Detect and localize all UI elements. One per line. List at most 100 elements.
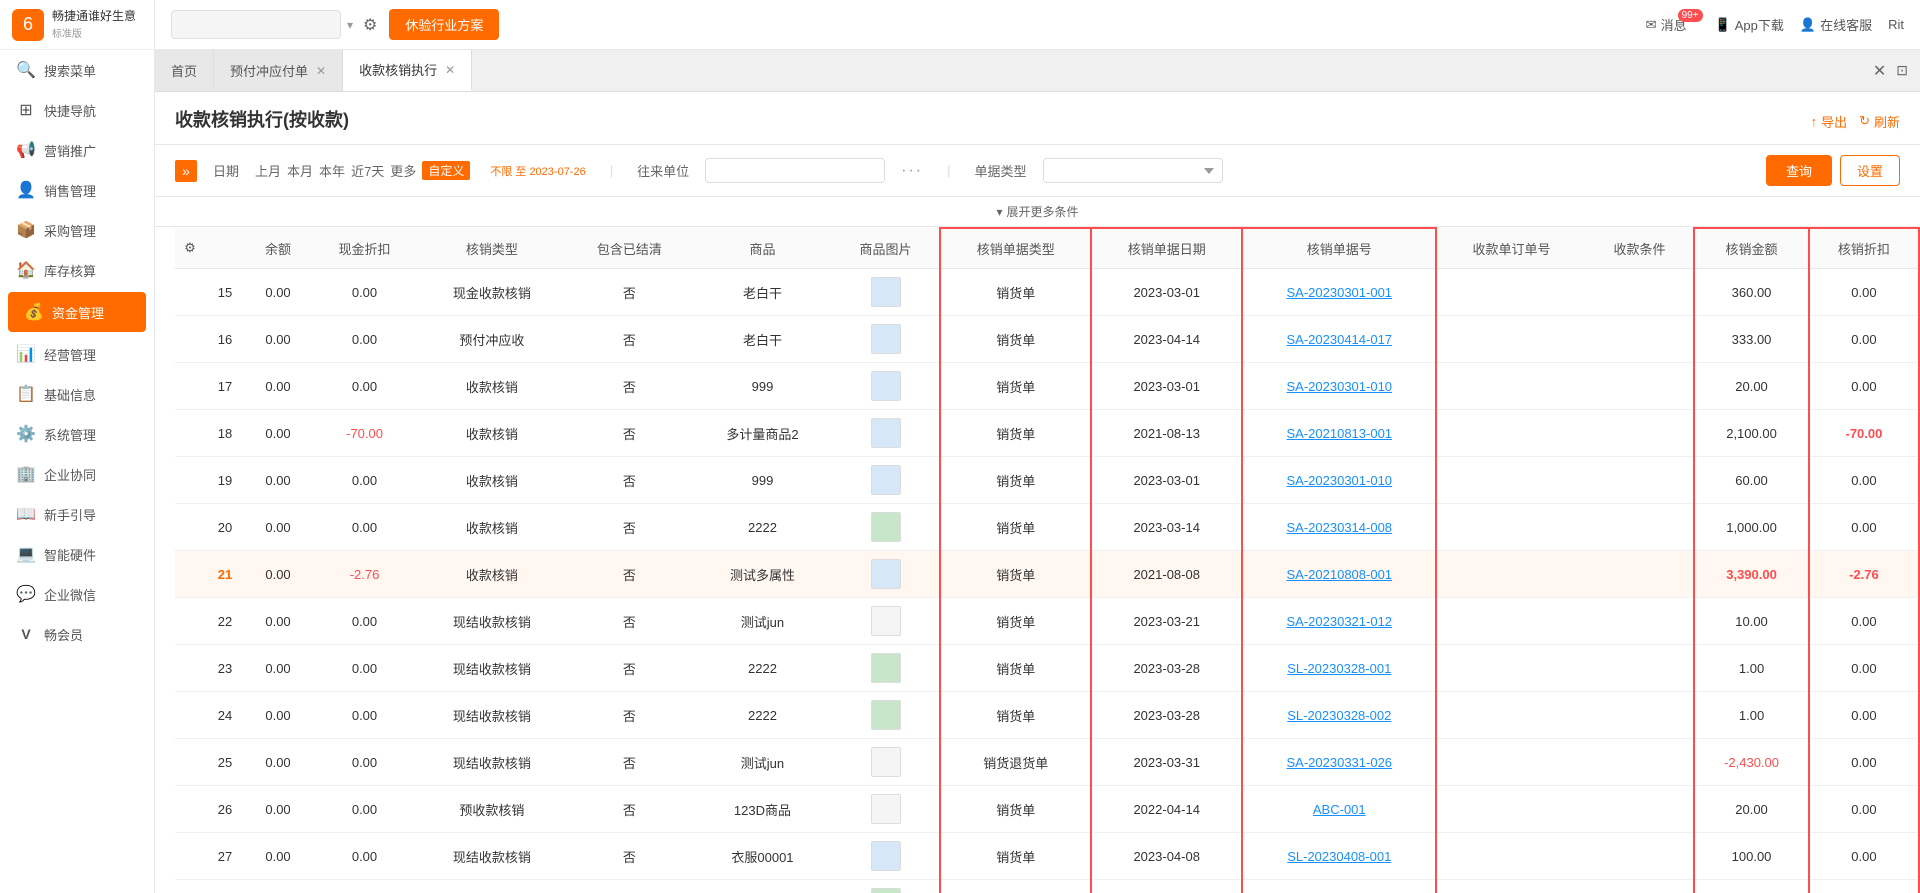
- row-cancel-bill-no[interactable]: SA-20230414-017: [1242, 316, 1436, 363]
- message-button[interactable]: ✉ 消息 99+: [1646, 15, 1687, 34]
- row-cancel-bill-date: 2023-04-08: [1091, 833, 1242, 880]
- row-receipt-condition: [1586, 598, 1694, 645]
- user-menu[interactable]: Rit: [1888, 17, 1904, 32]
- sidebar-item-sales[interactable]: 👤 销售管理: [0, 170, 154, 210]
- row-seq: 25: [205, 739, 245, 786]
- goods-image-placeholder: [871, 465, 901, 495]
- sidebar: 6 畅捷通谁好生意 标准版 🔍 搜索菜单 ⊞ 快捷导航 📢 营销推广 👤 销售管…: [0, 0, 155, 893]
- filter-date-group: 上月 本月 本年 近7天 更多 自定义: [255, 161, 470, 180]
- sidebar-item-search-menu[interactable]: 🔍 搜索菜单: [0, 50, 154, 90]
- row-cancel-bill-no[interactable]: SL-20230328-001: [1242, 645, 1436, 692]
- sidebar-item-system[interactable]: ⚙️ 系统管理: [0, 414, 154, 454]
- filter-custom[interactable]: 自定义: [422, 161, 470, 180]
- sidebar-item-operations[interactable]: 📊 经营管理: [0, 334, 154, 374]
- filter-this-year[interactable]: 本年: [319, 161, 345, 180]
- row-receipt-order-no: [1436, 363, 1585, 410]
- wechat-icon: 💬: [16, 584, 36, 604]
- tab-receipt-close[interactable]: ✕: [445, 63, 455, 77]
- filter-last-month[interactable]: 上月: [255, 161, 281, 180]
- filter-from-unit-input[interactable]: [705, 158, 885, 183]
- row-cancel-bill-no[interactable]: SA-20230301-001: [1242, 269, 1436, 316]
- sidebar-item-wechat[interactable]: 💬 企业微信: [0, 574, 154, 614]
- topbar-right: ✉ 消息 99+ 📱 App下载 👤 在线客服 Rit: [1646, 15, 1904, 34]
- row-cancel-bill-no[interactable]: ABC-001: [1242, 786, 1436, 833]
- tab-window-controls: ✕ ⊡: [1861, 50, 1920, 91]
- vip-icon: V: [16, 624, 36, 644]
- topbar-search-input[interactable]: [171, 10, 341, 39]
- topbar-dropdown-icon[interactable]: ▾: [347, 18, 353, 32]
- row-cancel-bill-no[interactable]: SA-20230301-010: [1242, 363, 1436, 410]
- page-content: 收款核销执行(按收款) ↑ 导出 ↻ 刷新 » 日期 上月 本月: [155, 92, 1920, 893]
- row-settings: [175, 316, 205, 363]
- finance-icon: 💰: [24, 302, 44, 322]
- table-settings-icon[interactable]: ⚙: [184, 240, 196, 255]
- online-service-button[interactable]: 👤 在线客服: [1800, 15, 1872, 34]
- filter-more[interactable]: 更多: [390, 161, 416, 180]
- row-receipt-order-no: [1436, 504, 1585, 551]
- row-cancel-bill-no[interactable]: SA-20230301-010: [1242, 457, 1436, 504]
- row-cancel-bill-no[interactable]: SA-20210808-001: [1242, 551, 1436, 598]
- filter-last7[interactable]: 近7天: [351, 161, 384, 180]
- row-seq: 28: [205, 880, 245, 893]
- row-cancel-bill-type: 销货单: [940, 833, 1091, 880]
- app-label: App下载: [1735, 15, 1784, 34]
- filter-query-button[interactable]: 查询: [1766, 155, 1832, 186]
- col-settings-header[interactable]: ⚙: [175, 228, 205, 269]
- filter-this-month[interactable]: 本月: [287, 161, 313, 180]
- row-included: 否: [566, 457, 693, 504]
- sidebar-item-marketing[interactable]: 📢 营销推广: [0, 130, 154, 170]
- window-maximize-icon[interactable]: ⊡: [1896, 62, 1908, 79]
- table-container[interactable]: ⚙ 余额 现金折扣 核销类型 包含已结清 商品 商品图片 核销单据类型 核销单据…: [155, 227, 1920, 893]
- sidebar-item-label: 资金管理: [52, 303, 104, 322]
- tab-home[interactable]: 首页: [155, 50, 214, 91]
- row-cancel-amount: 2,100.00: [1694, 410, 1809, 457]
- filter-single-type-select[interactable]: [1043, 158, 1223, 183]
- sidebar-item-finance[interactable]: 💰 资金管理: [8, 292, 146, 332]
- row-cancel-bill-no[interactable]: SL-20230408-001: [1242, 833, 1436, 880]
- filter-setting-button[interactable]: 设置: [1840, 155, 1900, 186]
- sidebar-item-enterprise[interactable]: 🏢 企业协同: [0, 454, 154, 494]
- tab-prepay[interactable]: 预付冲应付单 ✕: [214, 50, 343, 91]
- app-download-button[interactable]: 📱 App下载: [1715, 15, 1784, 34]
- refresh-button[interactable]: ↻ 刷新: [1859, 112, 1900, 131]
- sidebar-item-hardware[interactable]: 💻 智能硬件: [0, 534, 154, 574]
- row-settings: [175, 692, 205, 739]
- table-row: 240.000.00现结收款核销否2222销货单2023-03-28SL-202…: [175, 692, 1919, 739]
- row-cancel-bill-date: 2023-04-14: [1091, 316, 1242, 363]
- row-goods: 老白干: [693, 316, 832, 363]
- sidebar-item-vip[interactable]: V 畅会员: [0, 614, 154, 654]
- topbar-gear-icon[interactable]: ⚙: [363, 15, 377, 35]
- row-cancel-type: 现金收款核销: [418, 269, 566, 316]
- table-row: 270.000.00现结收款核销否衣服00001销货单2023-04-08SL-…: [175, 833, 1919, 880]
- row-cash-discount: -70.00: [311, 410, 418, 457]
- window-minimize-icon[interactable]: ✕: [1873, 61, 1886, 81]
- export-button[interactable]: ↑ 导出: [1811, 112, 1848, 131]
- sidebar-item-purchase[interactable]: 📦 采购管理: [0, 210, 154, 250]
- row-cancel-bill-no[interactable]: SL-20230328-002: [1242, 692, 1436, 739]
- tab-prepay-close[interactable]: ✕: [316, 64, 326, 78]
- sidebar-item-guide[interactable]: 📖 新手引导: [0, 494, 154, 534]
- row-cancel-bill-no[interactable]: SA-20230321-012: [1242, 598, 1436, 645]
- row-cancel-bill-no[interactable]: SA-20210813-001: [1242, 410, 1436, 457]
- goods-image-placeholder: [871, 418, 901, 448]
- row-cancel-type: 收款核销: [418, 457, 566, 504]
- row-balance: 0.00: [245, 692, 311, 739]
- filter-divider2: |: [947, 163, 950, 178]
- sidebar-item-label: 销售管理: [44, 181, 96, 200]
- row-cancel-bill-no[interactable]: SA-20230314-008: [1242, 504, 1436, 551]
- expand-more-button[interactable]: ▾ 展开更多条件: [996, 203, 1078, 220]
- sidebar-item-inventory[interactable]: 🏠 库存核算: [0, 250, 154, 290]
- solution-button[interactable]: 休验行业方案: [389, 9, 499, 40]
- row-receipt-condition: [1586, 269, 1694, 316]
- sidebar-item-basic[interactable]: 📋 基础信息: [0, 374, 154, 414]
- row-cancel-bill-no[interactable]: SL-20230418-001: [1242, 880, 1436, 893]
- tab-receipt[interactable]: 收款核销执行 ✕: [343, 50, 472, 91]
- row-cancel-bill-no[interactable]: SA-20230331-026: [1242, 739, 1436, 786]
- row-balance: 0.00: [245, 363, 311, 410]
- table-row: 220.000.00现结收款核销否测试jun销货单2023-03-21SA-20…: [175, 598, 1919, 645]
- sidebar-item-quick-nav[interactable]: ⊞ 快捷导航: [0, 90, 154, 130]
- sidebar-item-label: 企业协同: [44, 465, 96, 484]
- export-label: 导出: [1821, 112, 1847, 131]
- filter-expand-button[interactable]: »: [175, 160, 197, 182]
- col-receipt-condition-header: 收款条件: [1586, 228, 1694, 269]
